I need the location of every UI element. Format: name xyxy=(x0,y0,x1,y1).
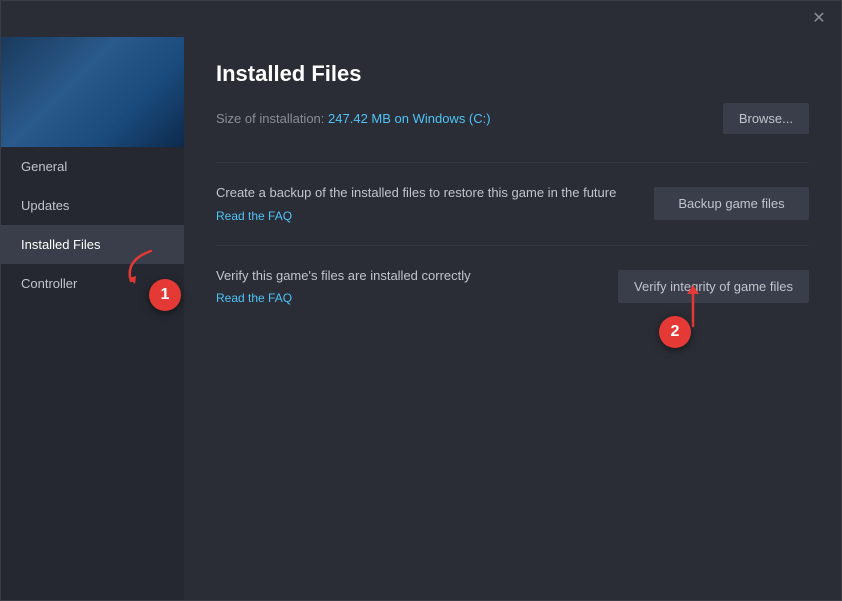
game-thumbnail xyxy=(1,37,184,147)
sidebar-item-general[interactable]: General xyxy=(1,147,184,186)
backup-description: Create a backup of the installed files t… xyxy=(216,183,634,203)
backup-section-left: Create a backup of the installed files t… xyxy=(216,183,654,225)
page-title: Installed Files xyxy=(216,61,809,87)
dialog: ✕ General Updates Installed Files Contro… xyxy=(0,0,842,601)
verify-button[interactable]: Verify integrity of game files xyxy=(618,270,809,303)
sidebar-item-updates[interactable]: Updates xyxy=(1,186,184,225)
size-value: 247.42 MB on Windows (C:) xyxy=(328,111,491,126)
size-text: Size of installation: 247.42 MB on Windo… xyxy=(216,111,491,126)
verify-section-left: Verify this game's files are installed c… xyxy=(216,266,618,308)
close-button[interactable]: ✕ xyxy=(809,9,829,29)
sidebar: General Updates Installed Files Controll… xyxy=(1,37,184,600)
backup-faq-link[interactable]: Read the FAQ xyxy=(216,209,292,223)
title-bar: ✕ xyxy=(1,1,841,37)
annotation-2: 2 xyxy=(659,316,691,348)
backup-section: Create a backup of the installed files t… xyxy=(216,162,809,245)
size-label: Size of installation: xyxy=(216,111,324,126)
size-info: Size of installation: 247.42 MB on Windo… xyxy=(216,103,809,134)
main-content: Installed Files Size of installation: 24… xyxy=(184,37,841,600)
verify-faq-link[interactable]: Read the FAQ xyxy=(216,291,292,305)
content-area: General Updates Installed Files Controll… xyxy=(1,37,841,600)
verify-description: Verify this game's files are installed c… xyxy=(216,266,598,286)
backup-button[interactable]: Backup game files xyxy=(654,187,809,220)
verify-section: Verify this game's files are installed c… xyxy=(216,245,809,328)
browse-button[interactable]: Browse... xyxy=(723,103,809,134)
arrow-1 xyxy=(121,246,161,286)
annotation-1: 1 xyxy=(149,279,181,311)
